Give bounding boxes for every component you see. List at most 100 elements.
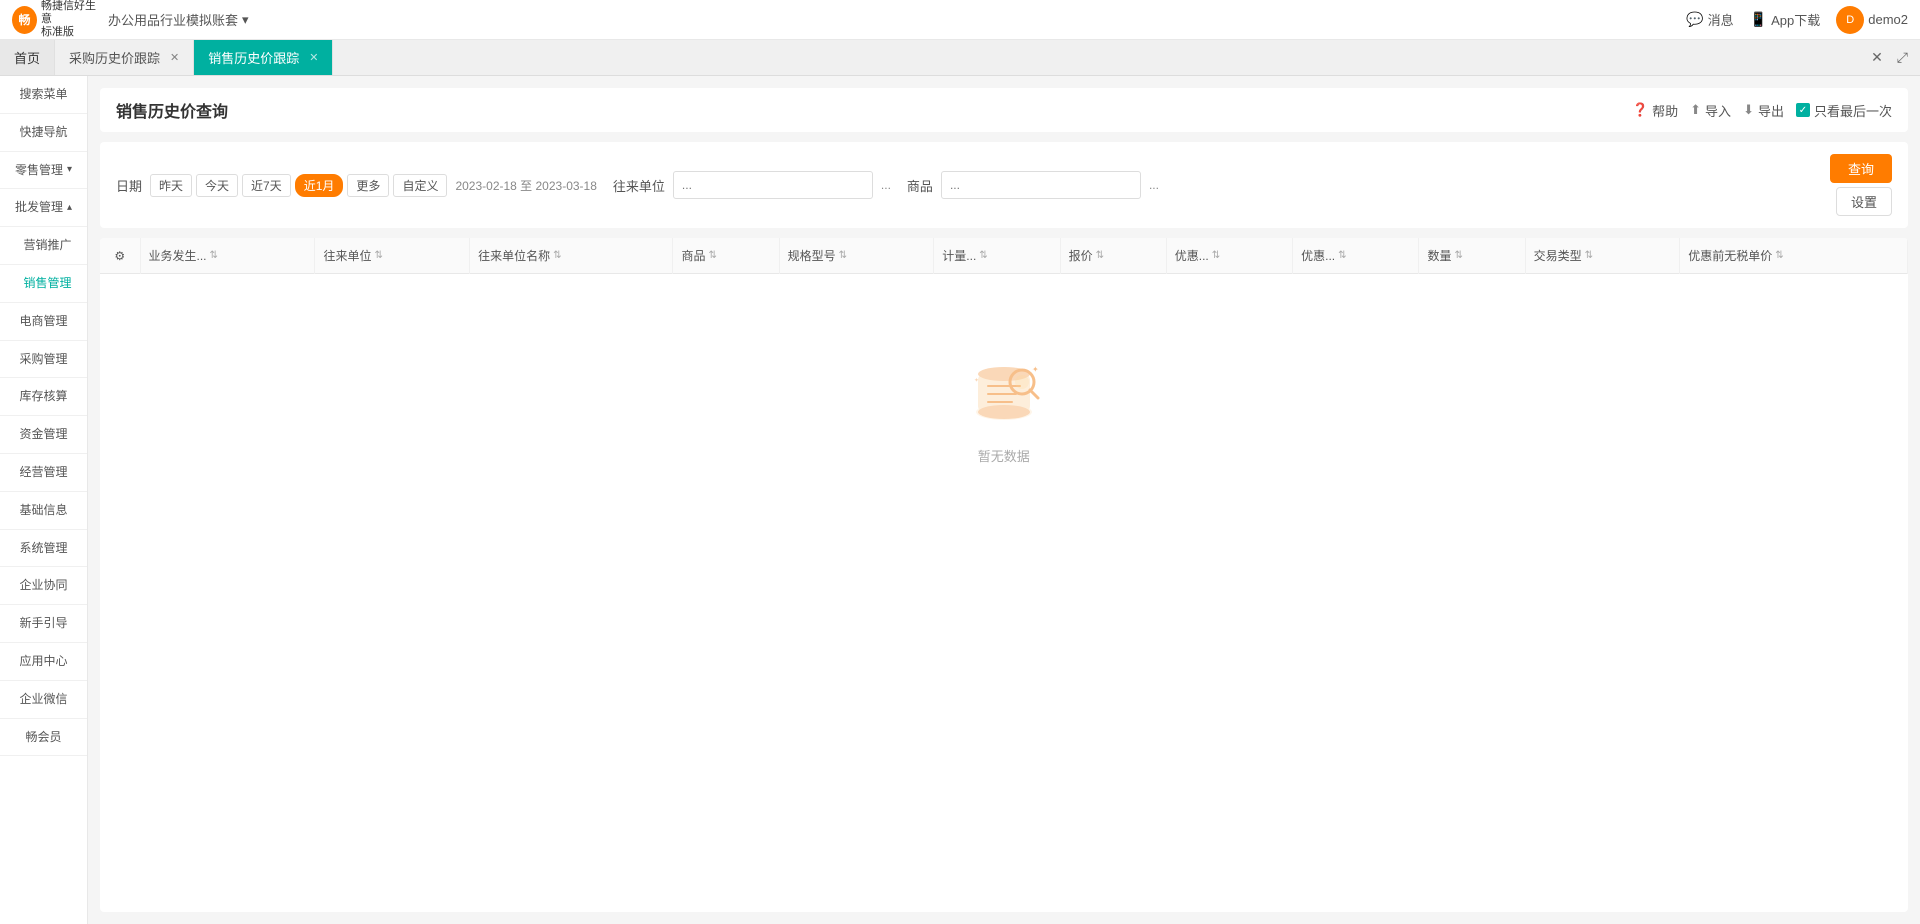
phone-icon: 📱 xyxy=(1750,11,1767,28)
close-all-tabs-button[interactable]: ✕ xyxy=(1867,47,1887,68)
settings-button[interactable]: 设置 xyxy=(1836,187,1892,216)
sidebar-item-inventory[interactable]: 库存核算 xyxy=(0,378,87,416)
content-area: 销售历史价查询 ❓ 帮助 ⬆ 导入 ⬇ 导出 ✓ 只看最后一次 xyxy=(88,76,1920,924)
date-btn-1month[interactable]: 近1月 xyxy=(295,174,344,197)
filter-action-group: 查询 设置 xyxy=(1830,154,1892,216)
partner-filter-group: 往来单位 ... xyxy=(613,171,891,199)
sidebar-item-enterprise-wechat[interactable]: 企业微信 xyxy=(0,681,87,719)
th-goods[interactable]: 商品 ⇅ xyxy=(673,238,779,274)
sort-icon-unit: ⇅ xyxy=(979,250,987,261)
sidebar-enterprise-wechat-label: 企业微信 xyxy=(19,691,67,708)
empty-illustration: ✦ ✦ xyxy=(964,354,1044,434)
sort-icon-goods: ⇅ xyxy=(708,250,716,261)
th-trade-type[interactable]: 交易类型 ⇅ xyxy=(1525,238,1680,274)
date-btn-custom[interactable]: 自定义 xyxy=(393,174,447,197)
sidebar-new-guide-label: 新手引导 xyxy=(19,615,67,632)
sidebar-item-quick-nav[interactable]: 快捷导航 xyxy=(0,114,87,152)
partner-input[interactable] xyxy=(673,171,873,199)
app-logo-text: 畅捷信好生意 标准版 xyxy=(41,0,100,39)
sidebar-item-purchase[interactable]: 采购管理 xyxy=(0,341,87,379)
chevron-down-icon: ▾ xyxy=(242,12,249,28)
message-button[interactable]: 💬 消息 xyxy=(1686,10,1733,29)
close-tab-purchase-icon[interactable]: ✕ xyxy=(170,51,179,64)
only-last-checkbox[interactable]: ✓ 只看最后一次 xyxy=(1796,101,1892,120)
page-header-actions: ❓ 帮助 ⬆ 导入 ⬇ 导出 ✓ 只看最后一次 xyxy=(1632,101,1892,120)
user-profile-button[interactable]: D demo2 xyxy=(1836,6,1908,34)
goods-input[interactable] xyxy=(941,171,1141,199)
sidebar-item-enterprise-collab[interactable]: 企业协同 xyxy=(0,567,87,605)
import-button[interactable]: ⬆ 导入 xyxy=(1690,101,1731,120)
chevron-up-icon: ▴ xyxy=(67,201,72,215)
date-buttons: 昨天 今天 近7天 近1月 更多 自定义 xyxy=(150,174,447,197)
query-button[interactable]: 查询 xyxy=(1830,154,1892,183)
app-download-button[interactable]: 📱 App下载 xyxy=(1750,10,1821,29)
tab-purchase-label: 采购历史价跟踪 xyxy=(69,48,160,67)
industry-selector[interactable]: 办公用品行业模拟账套 ▾ xyxy=(108,10,249,29)
sidebar-system-label: 系统管理 xyxy=(19,540,67,557)
export-button[interactable]: ⬇ 导出 xyxy=(1743,101,1784,120)
sidebar-item-system[interactable]: 系统管理 xyxy=(0,530,87,568)
sidebar-enterprise-collab-label: 企业协同 xyxy=(19,577,67,594)
sidebar-item-marketing[interactable]: 营销推广 xyxy=(0,227,87,265)
th-settings[interactable]: ⚙ xyxy=(100,238,140,274)
th-pre-tax-price[interactable]: 优惠前无税单价 ⇅ xyxy=(1680,238,1908,274)
sidebar-item-member[interactable]: 畅会员 xyxy=(0,719,87,757)
th-discount1[interactable]: 优惠... ⇅ xyxy=(1166,238,1292,274)
chevron-right-icon: ▾ xyxy=(67,163,72,177)
tab-home-label: 首页 xyxy=(14,48,40,67)
maximize-button[interactable]: ⤢ xyxy=(1893,47,1912,68)
th-partner-code[interactable]: 往来单位 ⇅ xyxy=(315,238,470,274)
tab-bar: 首页 采购历史价跟踪 ✕ 销售历史价跟踪 ✕ ✕ ⤢ xyxy=(0,40,1920,76)
help-icon: ❓ xyxy=(1632,102,1648,118)
sidebar-item-retail-mgmt[interactable]: 零售管理 ▾ xyxy=(0,152,87,190)
sort-icon-pre-tax-price: ⇅ xyxy=(1775,250,1783,261)
data-table: ⚙ 业务发生... ⇅ 往来单位 ⇅ xyxy=(100,238,1908,545)
svg-text:✦: ✦ xyxy=(1032,365,1039,374)
table-container: ⚙ 业务发生... ⇅ 往来单位 ⇅ xyxy=(100,238,1908,912)
sidebar-item-wholesale-mgmt[interactable]: 批发管理 ▴ xyxy=(0,189,87,227)
date-filter-label: 日期 xyxy=(116,176,142,195)
close-tab-sales-icon[interactable]: ✕ xyxy=(309,51,318,64)
sidebar-item-app-center[interactable]: 应用中心 xyxy=(0,643,87,681)
help-button[interactable]: ❓ 帮助 xyxy=(1632,101,1678,120)
sidebar: 搜索菜单 快捷导航 零售管理 ▾ 批发管理 ▴ 营销推广 销售管理 电商管理 采 xyxy=(0,76,88,924)
th-quoted-price[interactable]: 报价 ⇅ xyxy=(1060,238,1166,274)
sidebar-member-label: 畅会员 xyxy=(25,729,61,746)
sort-icon-quantity: ⇅ xyxy=(1454,250,1462,261)
sidebar-basic-info-label: 基础信息 xyxy=(19,502,67,519)
page-header: 销售历史价查询 ❓ 帮助 ⬆ 导入 ⬇ 导出 ✓ 只看最后一次 xyxy=(100,88,1908,132)
sort-icon-trade-type: ⇅ xyxy=(1585,250,1593,261)
date-btn-more[interactable]: 更多 xyxy=(347,174,389,197)
tab-sales-history[interactable]: 销售历史价跟踪 ✕ xyxy=(194,40,333,75)
empty-text: 暂无数据 xyxy=(978,446,1030,465)
sidebar-item-new-guide[interactable]: 新手引导 xyxy=(0,605,87,643)
th-discount2[interactable]: 优惠... ⇅ xyxy=(1293,238,1419,274)
sort-icon-spec: ⇅ xyxy=(839,250,847,261)
date-btn-today[interactable]: 今天 xyxy=(196,174,238,197)
partner-dots: ... xyxy=(881,178,891,192)
top-header: 畅 畅捷信好生意 标准版 办公用品行业模拟账套 ▾ 💬 消息 📱 App下载 D… xyxy=(0,0,1920,40)
tab-home[interactable]: 首页 xyxy=(0,40,55,75)
sort-icon-partner-name: ⇅ xyxy=(553,250,561,261)
th-spec[interactable]: 规格型号 ⇅ xyxy=(779,238,934,274)
sort-icon-partner-code: ⇅ xyxy=(374,250,382,261)
tab-purchase-history[interactable]: 采购历史价跟踪 ✕ xyxy=(55,40,194,75)
sidebar-item-sales-mgmt[interactable]: 销售管理 xyxy=(0,265,87,303)
th-biz-date[interactable]: 业务发生... ⇅ xyxy=(140,238,315,274)
sidebar-operations-label: 经营管理 xyxy=(19,464,67,481)
sidebar-item-search-menu[interactable]: 搜索菜单 xyxy=(0,76,87,114)
sort-icon-biz-date: ⇅ xyxy=(210,250,218,261)
sidebar-item-operations[interactable]: 经营管理 xyxy=(0,454,87,492)
sidebar-purchase-label: 采购管理 xyxy=(19,351,67,368)
th-partner-name[interactable]: 往来单位名称 ⇅ xyxy=(470,238,673,274)
page-title: 销售历史价查询 xyxy=(116,98,228,122)
tab-controls: ✕ ⤢ xyxy=(1859,40,1920,75)
sidebar-marketing-label: 营销推广 xyxy=(23,237,71,254)
sidebar-item-ecommerce[interactable]: 电商管理 xyxy=(0,303,87,341)
th-quantity[interactable]: 数量 ⇅ xyxy=(1419,238,1525,274)
sidebar-item-basic-info[interactable]: 基础信息 xyxy=(0,492,87,530)
date-btn-yesterday[interactable]: 昨天 xyxy=(150,174,192,197)
sidebar-item-finance[interactable]: 资金管理 xyxy=(0,416,87,454)
date-btn-7days[interactable]: 近7天 xyxy=(242,174,291,197)
th-unit[interactable]: 计量... ⇅ xyxy=(934,238,1060,274)
